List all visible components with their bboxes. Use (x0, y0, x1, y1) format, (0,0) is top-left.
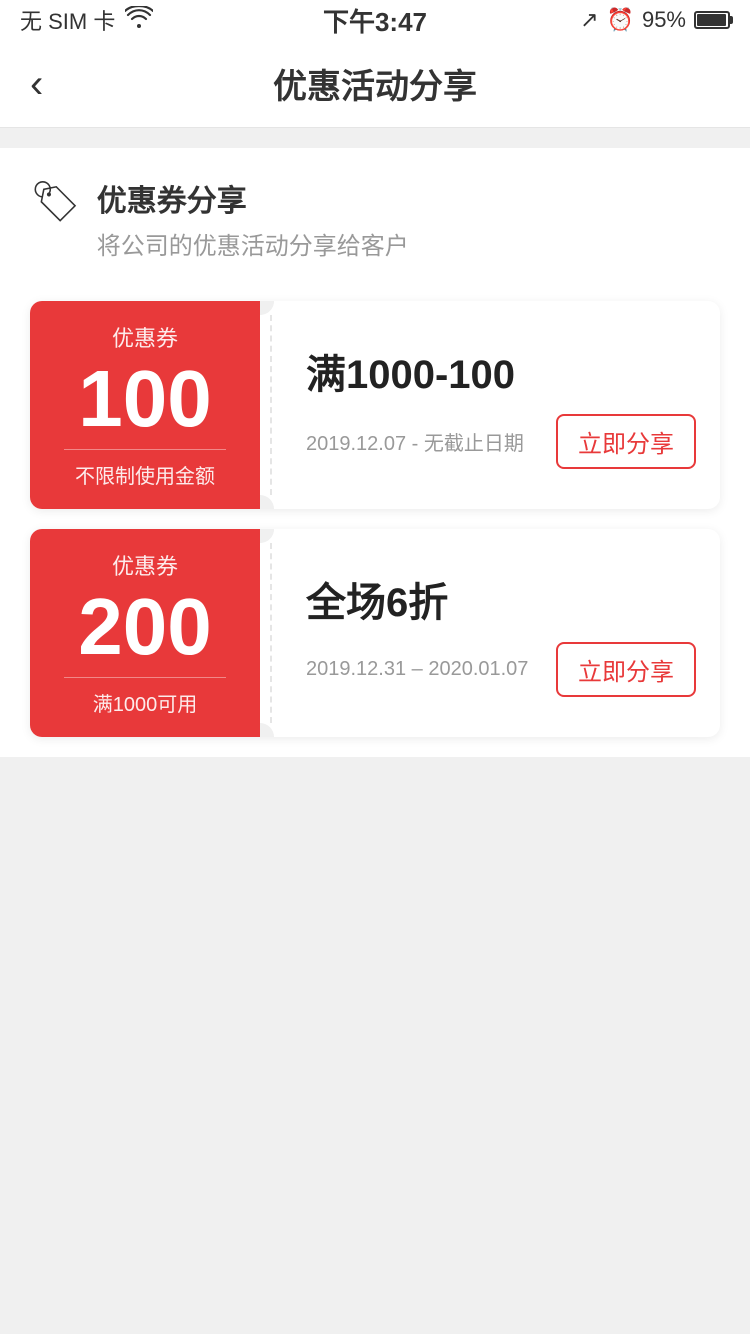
coupon-type-2: 优惠券 (112, 549, 178, 581)
status-right: ↗ ⏰ 95% (580, 7, 730, 33)
battery-icon (694, 11, 730, 29)
coupon-condition-1: 不限制使用金额 (75, 460, 215, 489)
section-icon: 🏷 (30, 178, 81, 225)
status-bar: 无 SIM 卡 下午3:47 ↗ ⏰ 95% (0, 0, 750, 40)
coupon-notch-1 (260, 301, 282, 509)
coupon-card-2: 优惠券 200 满1000可用 全场6折 2019.12.31 – 2020.0… (30, 529, 720, 737)
alarm-icon: ⏰ (607, 7, 634, 33)
section-title: 优惠券分享 (97, 176, 409, 220)
coupon-meta-1: 2019.12.07 - 无截止日期 立即分享 (306, 414, 696, 469)
coupon-card-1: 优惠券 100 不限制使用金额 满1000-100 2019.12.07 - 无… (30, 301, 720, 509)
share-button-1[interactable]: 立即分享 (556, 414, 696, 469)
coupon-left-1: 优惠券 100 不限制使用金额 (30, 301, 260, 509)
coupon-right-1: 满1000-100 2019.12.07 - 无截止日期 立即分享 (282, 301, 720, 509)
coupon-name-1: 满1000-100 (306, 342, 696, 400)
coupon-notch-2 (260, 529, 282, 737)
coupon-amount-1: 100 (78, 359, 211, 439)
coupon-divider-1 (64, 449, 226, 450)
coupon-name-2: 全场6折 (306, 570, 696, 628)
coupon-left-2: 优惠券 200 满1000可用 (30, 529, 260, 737)
section-divider (0, 128, 750, 148)
section-subtitle: 将公司的优惠活动分享给客户 (97, 226, 409, 261)
battery-percent: 95% (642, 7, 686, 33)
coupon-condition-2: 满1000可用 (93, 688, 198, 717)
coupon-divider-2 (64, 677, 226, 678)
coupon-meta-2: 2019.12.31 – 2020.01.07 立即分享 (306, 642, 696, 697)
coupon-right-2: 全场6折 2019.12.31 – 2020.01.07 立即分享 (282, 529, 720, 737)
status-time: 下午3:47 (323, 2, 427, 39)
status-left: 无 SIM 卡 (20, 4, 153, 36)
coupon-dashed-1 (270, 315, 272, 495)
section-text: 优惠券分享 将公司的优惠活动分享给客户 (97, 176, 409, 261)
wifi-icon (125, 6, 153, 34)
nav-bar: ‹ 优惠活动分享 (0, 40, 750, 128)
coupon-date-2: 2019.12.31 – 2020.01.07 (306, 658, 528, 681)
coupon-type-1: 优惠券 (112, 321, 178, 353)
section-header: 🏷 优惠券分享 将公司的优惠活动分享给客户 (0, 148, 750, 281)
coupon-list: 优惠券 100 不限制使用金额 满1000-100 2019.12.07 - 无… (0, 281, 750, 757)
coupon-date-1: 2019.12.07 - 无截止日期 (306, 427, 524, 456)
back-button[interactable]: ‹ (30, 64, 43, 104)
coupon-dashed-2 (270, 543, 272, 723)
coupon-amount-2: 200 (78, 587, 211, 667)
page-title: 优惠活动分享 (273, 59, 477, 108)
share-button-2[interactable]: 立即分享 (556, 642, 696, 697)
location-icon: ↗ (580, 7, 598, 33)
carrier-text: 无 SIM 卡 (20, 4, 115, 36)
